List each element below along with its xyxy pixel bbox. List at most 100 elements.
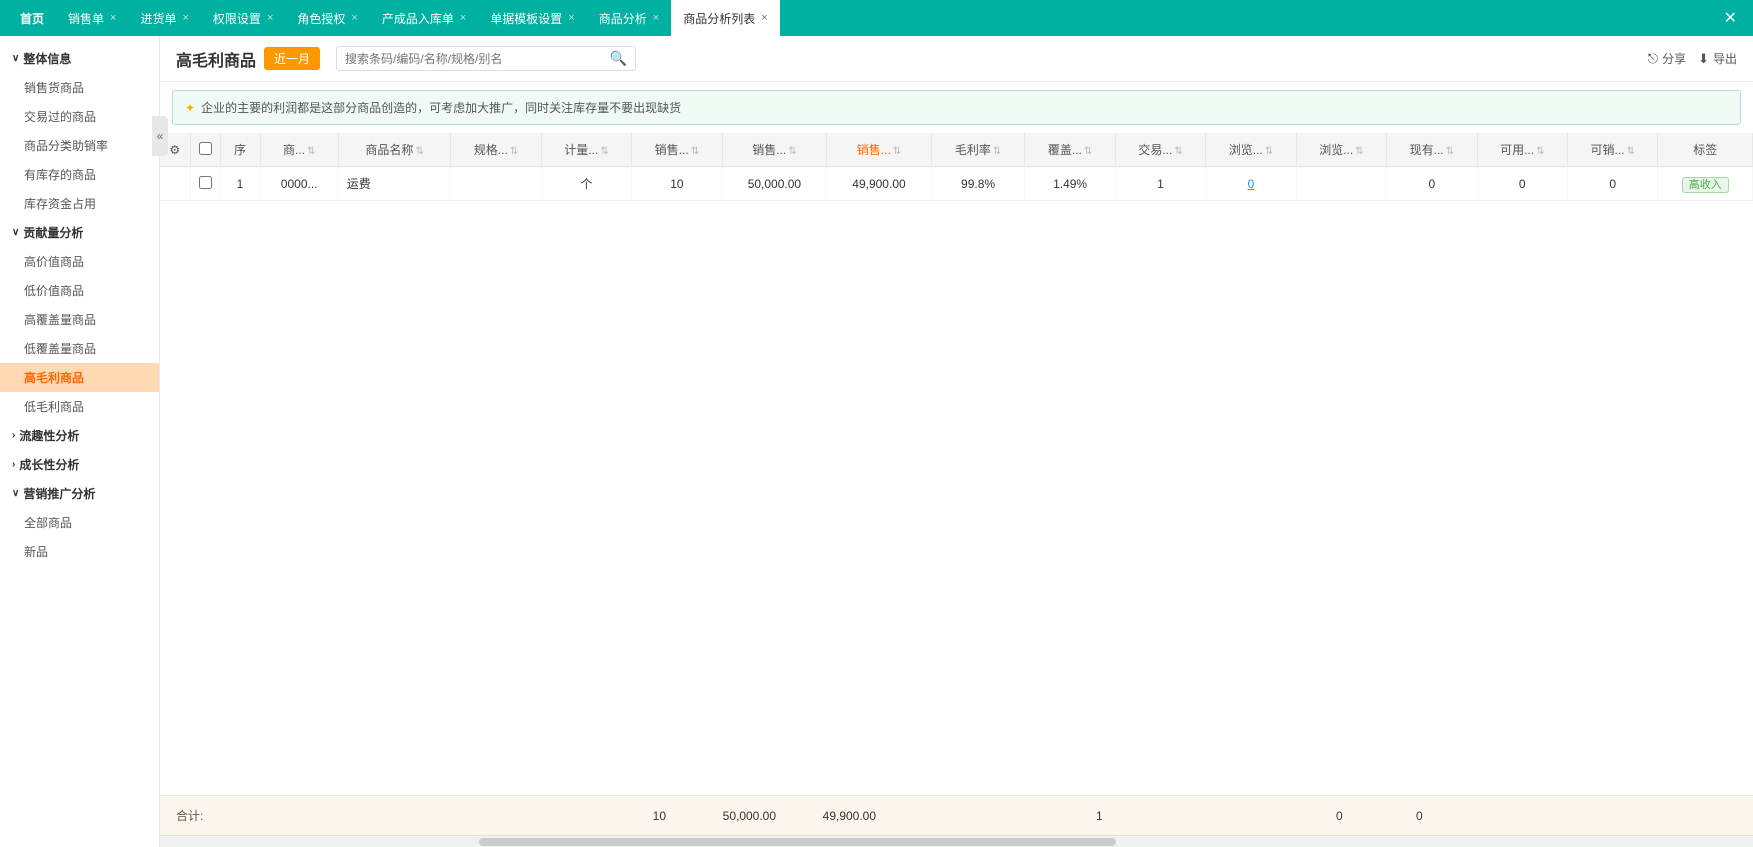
- nav-tab-analysis[interactable]: 商品分析 ×: [587, 0, 671, 36]
- th-tag: 标签: [1658, 133, 1753, 167]
- th-margin-rate[interactable]: 毛利率⇅: [931, 133, 1025, 167]
- share-button[interactable]: ⎋ 分享: [1648, 50, 1686, 67]
- td-code[interactable]: 0000...: [260, 167, 338, 201]
- close-inventory-tab[interactable]: ×: [460, 12, 466, 24]
- close-analysis-tab[interactable]: ×: [653, 12, 659, 24]
- th-coverage[interactable]: 覆盖...⇅: [1025, 133, 1115, 167]
- sidebar-item-sales-goods[interactable]: 销售货商品: [0, 73, 159, 102]
- page-title: 高毛利商品: [176, 47, 256, 71]
- table-footer: 合计: 10 50,000.00 49,900.00 1 0 0: [160, 795, 1753, 835]
- sidebar-group-contribution[interactable]: ∨ 贡献量分析: [0, 218, 159, 247]
- td-spec: [451, 167, 541, 201]
- th-code[interactable]: 商...⇅: [260, 133, 338, 167]
- data-table: ⚙ 序 商...⇅ 商品名称⇅ 规格...⇅ 计量...⇅ 销售...⇅ 销售.…: [160, 133, 1753, 201]
- td-views1[interactable]: 0: [1206, 167, 1296, 201]
- td-sales-amount: 50,000.00: [722, 167, 827, 201]
- td-unit: 个: [541, 167, 631, 201]
- td-views2: [1296, 167, 1386, 201]
- sidebar-item-new-goods[interactable]: 新品: [0, 537, 159, 566]
- sidebar-group-flow[interactable]: › 流趣性分析: [0, 421, 159, 450]
- close-roles-tab[interactable]: ×: [351, 12, 357, 24]
- footer-sales-qty: 10: [619, 809, 699, 823]
- chevron-right-icon-2: ›: [12, 459, 15, 470]
- nav-tab-templates[interactable]: 单据模板设置 ×: [478, 0, 586, 36]
- sidebar-item-category-rate[interactable]: 商品分类助销率: [0, 131, 159, 160]
- nav-tab-sales[interactable]: 销售单 ×: [56, 0, 128, 36]
- sidebar-item-low-margin[interactable]: 低毛利商品: [0, 392, 159, 421]
- sidebar-item-high-value[interactable]: 高价值商品: [0, 247, 159, 276]
- th-spec[interactable]: 规格...⇅: [451, 133, 541, 167]
- share-icon: ⎋: [1648, 51, 1658, 67]
- export-button[interactable]: ⬇ 导出: [1698, 50, 1737, 67]
- window-close-button[interactable]: ✕: [1716, 8, 1745, 28]
- footer-transactions: 1: [1059, 809, 1139, 823]
- close-sales-tab[interactable]: ×: [110, 12, 116, 24]
- sidebar-item-low-coverage[interactable]: 低覆盖量商品: [0, 334, 159, 363]
- th-name[interactable]: 商品名称⇅: [338, 133, 450, 167]
- scrollbar-thumb[interactable]: [479, 838, 1116, 846]
- nav-tab-permissions[interactable]: 权限设置 ×: [201, 0, 285, 36]
- chevron-down-icon: ∨: [12, 53, 19, 64]
- close-permissions-tab[interactable]: ×: [267, 12, 273, 24]
- footer-cells: 10 50,000.00 49,900.00 1 0 0: [219, 809, 1737, 823]
- sidebar-item-all-goods[interactable]: 全部商品: [0, 508, 159, 537]
- th-views1[interactable]: 浏览...⇅: [1206, 133, 1296, 167]
- search-input[interactable]: [345, 52, 610, 66]
- info-icon: ✦: [185, 101, 195, 115]
- search-icon[interactable]: 🔍: [610, 50, 627, 67]
- td-name: 运费: [338, 167, 450, 201]
- time-filter-button[interactable]: 近一月: [264, 47, 320, 70]
- nav-tab-purchase[interactable]: 进货单 ×: [128, 0, 200, 36]
- th-saleable-stock[interactable]: 可销...⇅: [1567, 133, 1657, 167]
- th-index: 序: [220, 133, 260, 167]
- td-saleable-stock: 0: [1567, 167, 1657, 201]
- close-analysis-list-tab[interactable]: ×: [761, 12, 767, 24]
- sidebar-collapse-button[interactable]: «: [152, 116, 168, 156]
- sidebar-item-high-margin[interactable]: 高毛利商品: [0, 363, 159, 392]
- th-available-stock[interactable]: 可用...⇅: [1477, 133, 1567, 167]
- horizontal-scrollbar[interactable]: [160, 835, 1753, 847]
- table-row: 1 0000... 运费 个 10 50,000.00 49,900.00 99…: [160, 167, 1753, 201]
- nav-tab-inventory[interactable]: 产成品入库单 ×: [370, 0, 478, 36]
- data-table-wrapper: ⚙ 序 商...⇅ 商品名称⇅ 规格...⇅ 计量...⇅ 销售...⇅ 销售.…: [160, 133, 1753, 795]
- close-purchase-tab[interactable]: ×: [182, 12, 188, 24]
- sidebar-item-low-value[interactable]: 低价值商品: [0, 276, 159, 305]
- sidebar: ∨ 整体信息 销售货商品 交易过的商品 商品分类助销率 有库存的商品 库存资金占…: [0, 36, 160, 847]
- nav-tab-roles[interactable]: 角色授权 ×: [285, 0, 369, 36]
- footer-available-stock: 0: [1379, 809, 1459, 823]
- select-all-checkbox[interactable]: [199, 142, 212, 155]
- th-checkbox[interactable]: [190, 133, 220, 167]
- td-index: 1: [220, 167, 260, 201]
- th-unit[interactable]: 计量...⇅: [541, 133, 631, 167]
- sidebar-group-growth[interactable]: › 成长性分析: [0, 450, 159, 479]
- sidebar-item-in-stock[interactable]: 有库存的商品: [0, 160, 159, 189]
- th-views2[interactable]: 浏览...⇅: [1296, 133, 1386, 167]
- nav-tab-analysis-list[interactable]: 商品分析列表 ×: [671, 0, 779, 36]
- table-header-row: ⚙ 序 商...⇅ 商品名称⇅ 规格...⇅ 计量...⇅ 销售...⇅ 销售.…: [160, 133, 1753, 167]
- sidebar-item-stock-fund[interactable]: 库存资金占用: [0, 189, 159, 218]
- close-templates-tab[interactable]: ×: [568, 12, 574, 24]
- row-checkbox[interactable]: [199, 176, 212, 189]
- td-settings: [160, 167, 190, 201]
- export-icon: ⬇: [1698, 51, 1709, 67]
- sidebar-item-traded-goods[interactable]: 交易过的商品: [0, 102, 159, 131]
- sidebar-group-general[interactable]: ∨ 整体信息: [0, 44, 159, 73]
- th-sales-amount[interactable]: 销售...⇅: [722, 133, 827, 167]
- th-current-stock[interactable]: 现有...⇅: [1387, 133, 1477, 167]
- sidebar-item-high-coverage[interactable]: 高覆盖量商品: [0, 305, 159, 334]
- nav-tab-home[interactable]: 首页: [8, 0, 56, 36]
- td-sales-profit: 49,900.00: [827, 167, 932, 201]
- footer-sales-amount: 50,000.00: [699, 809, 799, 823]
- td-current-stock: 0: [1387, 167, 1477, 201]
- sidebar-group-marketing[interactable]: ∨ 营销推广分析: [0, 479, 159, 508]
- th-sales-qty[interactable]: 销售...⇅: [632, 133, 722, 167]
- content-area: 高毛利商品 近一月 🔍 ⎋ 分享 ⬇ 导出 ✦ 企业的主要的利润都是这部分商品创…: [160, 36, 1753, 847]
- th-sales-profit[interactable]: 销售...⇅: [827, 133, 932, 167]
- search-box: 🔍: [336, 46, 636, 71]
- chevron-down-icon-3: ∨: [12, 488, 19, 499]
- td-sales-qty: 10: [632, 167, 722, 201]
- footer-current-stock: 0: [1299, 809, 1379, 823]
- th-transactions[interactable]: 交易...⇅: [1115, 133, 1205, 167]
- info-banner: ✦ 企业的主要的利润都是这部分商品创造的，可考虑加大推广，同时关注库存量不要出现…: [172, 90, 1741, 125]
- td-checkbox[interactable]: [190, 167, 220, 201]
